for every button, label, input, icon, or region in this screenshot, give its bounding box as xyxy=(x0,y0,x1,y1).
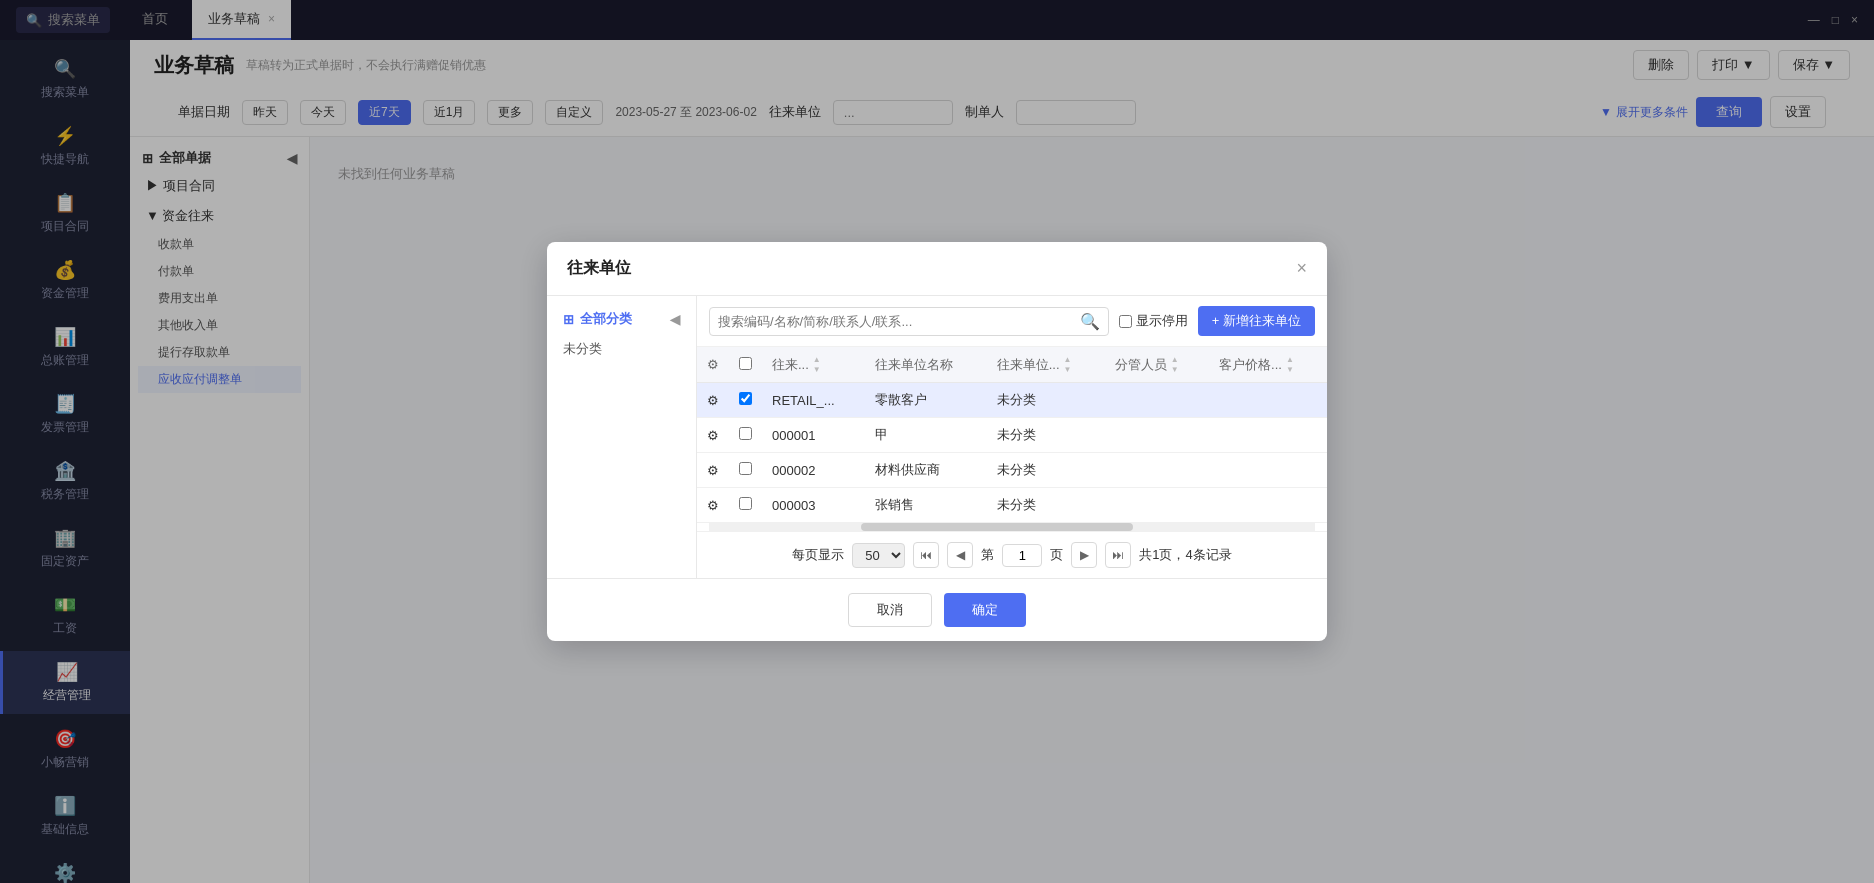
partner-search-input[interactable] xyxy=(718,314,1074,329)
row-price xyxy=(1209,383,1327,418)
row-manager xyxy=(1105,383,1209,418)
row-name: 零散客户 xyxy=(865,383,987,418)
grid-icon: ⊞ xyxy=(563,312,574,327)
total-info: 共1页，4条记录 xyxy=(1139,546,1231,564)
col-name: 往来单位名称 xyxy=(875,357,953,372)
category-collapse-icon[interactable]: ◀ xyxy=(670,312,680,327)
dialog-header: 往来单位 × xyxy=(547,242,1327,296)
horizontal-scrollbar[interactable] xyxy=(709,523,1315,531)
row-name: 材料供应商 xyxy=(865,453,987,488)
row-code: 000002 xyxy=(762,453,865,488)
row-checkbox[interactable] xyxy=(739,427,752,440)
next-page-button[interactable]: ▶ xyxy=(1071,542,1097,568)
page-suffix: 页 xyxy=(1050,546,1063,564)
col-manager: 分管人员 xyxy=(1115,356,1167,374)
row-name: 张销售 xyxy=(865,488,987,523)
col-category: 往来单位... xyxy=(997,356,1060,374)
row-code: RETAIL_... xyxy=(762,383,865,418)
partner-search-box[interactable]: 🔍 xyxy=(709,307,1109,336)
sort-icon[interactable]: ▲▼ xyxy=(1286,355,1294,374)
row-settings-icon[interactable]: ⚙ xyxy=(707,463,719,478)
dialog-pagination: 每页显示 50 ⏮ ◀ 第 页 ▶ ⏭ 共1页，4条记录 xyxy=(697,531,1327,578)
dialog-toolbar: 🔍 显示停用 + 新增往来单位 xyxy=(697,296,1327,347)
row-checkbox[interactable] xyxy=(739,462,752,475)
search-icon: 🔍 xyxy=(1080,312,1100,331)
dialog-body: ⊞ 全部分类 ◀ 未分类 🔍 显示停用 xyxy=(547,296,1327,578)
table-row[interactable]: ⚙ 000001 甲 未分类 xyxy=(697,418,1327,453)
row-manager xyxy=(1105,418,1209,453)
sort-icon[interactable]: ▲▼ xyxy=(813,355,821,374)
confirm-button[interactable]: 确定 xyxy=(944,593,1026,627)
row-category: 未分类 xyxy=(987,488,1105,523)
select-all-checkbox[interactable] xyxy=(739,357,752,370)
row-checkbox[interactable] xyxy=(739,497,752,510)
dialog-categories: ⊞ 全部分类 ◀ 未分类 xyxy=(547,296,697,578)
table-row[interactable]: ⚙ 000003 张销售 未分类 xyxy=(697,488,1327,523)
row-code: 000003 xyxy=(762,488,865,523)
sort-icon[interactable]: ▲▼ xyxy=(1171,355,1179,374)
row-settings-icon[interactable]: ⚙ xyxy=(707,428,719,443)
row-category: 未分类 xyxy=(987,453,1105,488)
cancel-button[interactable]: 取消 xyxy=(848,593,932,627)
category-unclassified[interactable]: 未分类 xyxy=(555,334,688,364)
table-row[interactable]: ⚙ RETAIL_... 零散客户 未分类 xyxy=(697,383,1327,418)
row-manager xyxy=(1105,453,1209,488)
col-price: 客户价格... xyxy=(1219,356,1282,374)
dialog-close-button[interactable]: × xyxy=(1296,258,1307,279)
partner-dialog: 往来单位 × ⊞ 全部分类 ◀ 未分类 🔍 xyxy=(547,242,1327,641)
row-price xyxy=(1209,453,1327,488)
add-partner-button[interactable]: + 新增往来单位 xyxy=(1198,306,1315,336)
col-code: 往来... xyxy=(772,356,809,374)
per-page-select[interactable]: 50 xyxy=(852,543,905,568)
dialog-overlay: 往来单位 × ⊞ 全部分类 ◀ 未分类 🔍 xyxy=(0,0,1874,883)
row-manager xyxy=(1105,488,1209,523)
row-code: 000001 xyxy=(762,418,865,453)
row-settings-icon[interactable]: ⚙ xyxy=(707,498,719,513)
row-category: 未分类 xyxy=(987,383,1105,418)
per-page-label: 每页显示 xyxy=(792,546,844,564)
row-category: 未分类 xyxy=(987,418,1105,453)
row-price xyxy=(1209,418,1327,453)
category-header: ⊞ 全部分类 ◀ xyxy=(555,304,688,334)
partner-table: ⚙ 往来... ▲▼ 往来单位名称 xyxy=(697,347,1327,523)
table-row[interactable]: ⚙ 000002 材料供应商 未分类 xyxy=(697,453,1327,488)
show-disabled-check[interactable] xyxy=(1119,315,1132,328)
dialog-title: 往来单位 xyxy=(567,258,631,279)
row-name: 甲 xyxy=(865,418,987,453)
row-settings-icon[interactable]: ⚙ xyxy=(707,393,719,408)
row-checkbox[interactable] xyxy=(739,392,752,405)
prev-page-button[interactable]: ◀ xyxy=(947,542,973,568)
page-number-input[interactable] xyxy=(1002,544,1042,567)
row-price xyxy=(1209,488,1327,523)
sort-icon[interactable]: ▲▼ xyxy=(1064,355,1072,374)
dialog-right-panel: 🔍 显示停用 + 新增往来单位 ⚙ xyxy=(697,296,1327,578)
first-page-button[interactable]: ⏮ xyxy=(913,542,939,568)
last-page-button[interactable]: ⏭ xyxy=(1105,542,1131,568)
dialog-footer: 取消 确定 xyxy=(547,578,1327,641)
gear-icon[interactable]: ⚙ xyxy=(707,357,719,372)
page-label-text: 第 xyxy=(981,546,994,564)
scrollbar-thumb[interactable] xyxy=(861,523,1134,531)
show-disabled-checkbox[interactable]: 显示停用 xyxy=(1119,312,1188,330)
